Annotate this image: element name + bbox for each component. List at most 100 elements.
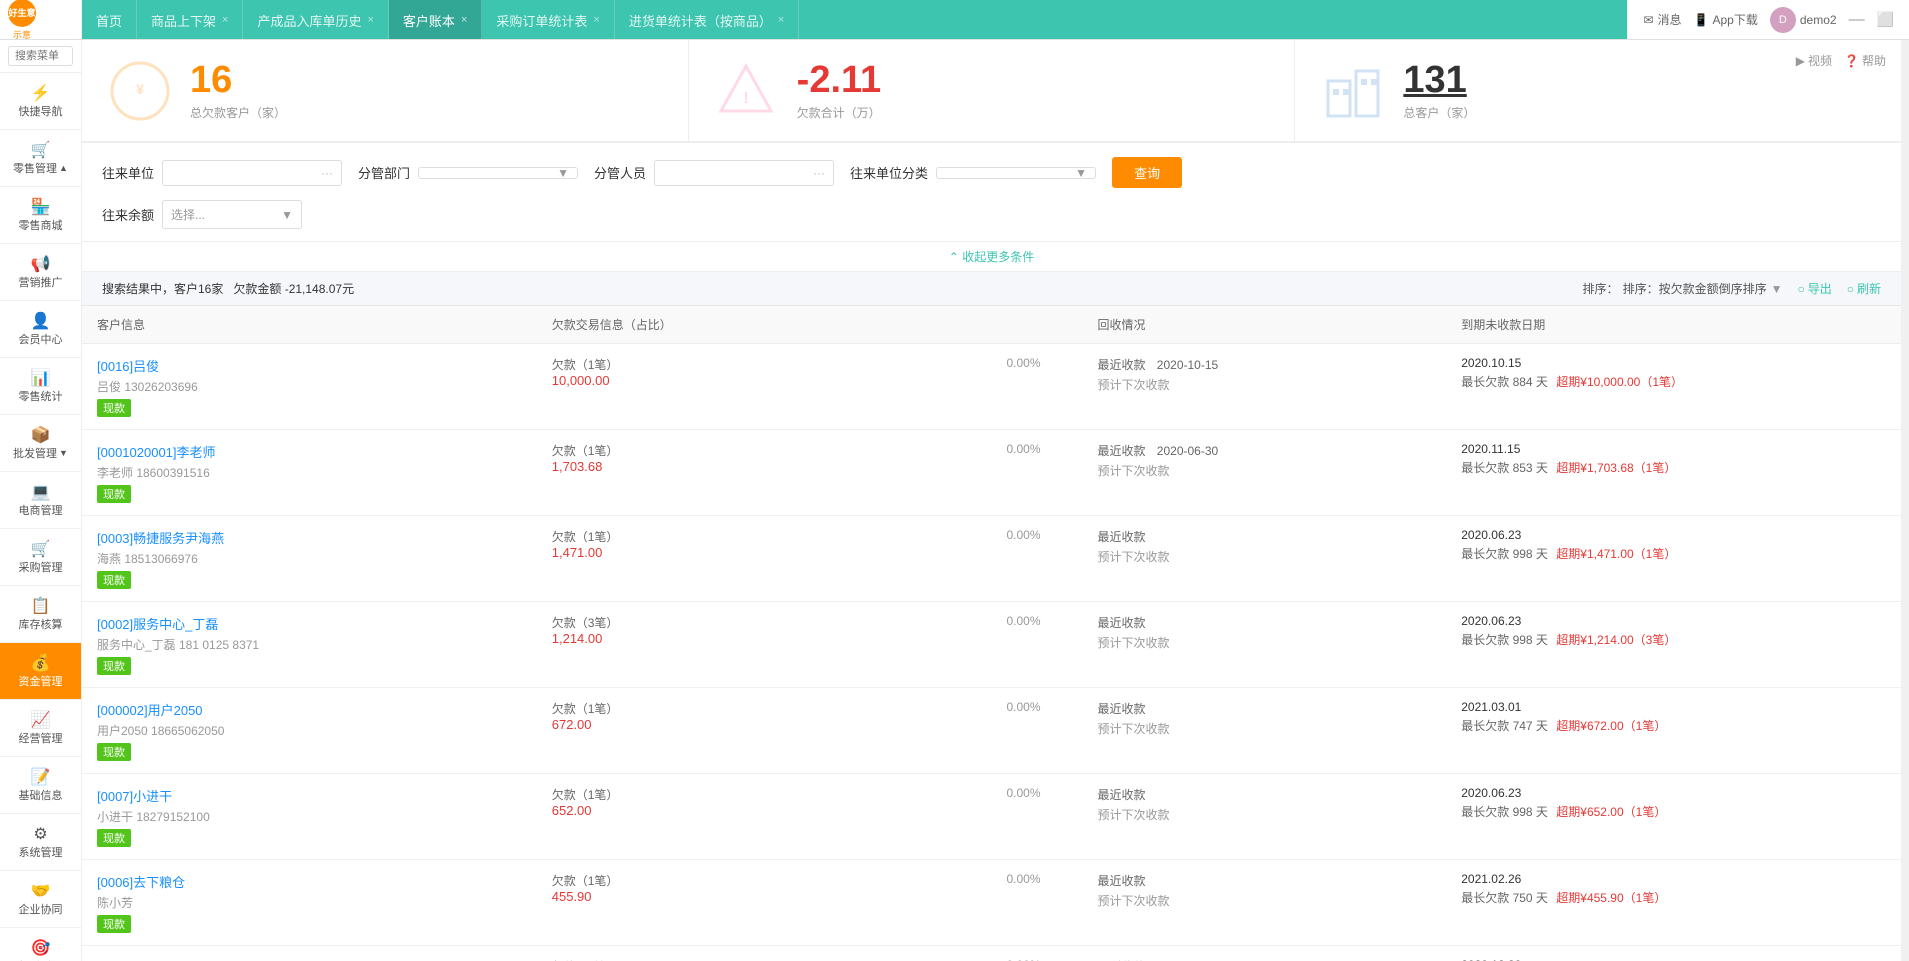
debt-amount-value: -2.11 bbox=[797, 61, 882, 99]
refresh-button[interactable]: ○ 刷新 bbox=[1847, 280, 1881, 297]
sidebar-item-retail-stats[interactable]: 📊 零售统计 bbox=[0, 358, 81, 415]
overdue-amount-5[interactable]: 超期¥652.00（1笔） bbox=[1556, 805, 1666, 819]
export-button[interactable]: ○ 导出 bbox=[1797, 280, 1831, 297]
user-avatar[interactable]: D demo2 bbox=[1770, 7, 1837, 33]
debt-amount-2[interactable]: 1,471.00 bbox=[552, 545, 977, 560]
tab-close-production[interactable]: × bbox=[367, 14, 373, 26]
debt-pct-1: 0.00% bbox=[1007, 442, 1068, 456]
sidebar-item-operations[interactable]: 📈 经营管理 bbox=[0, 700, 81, 757]
sidebar-item-ecommerce[interactable]: 💻 电商管理 bbox=[0, 472, 81, 529]
last-collect-3: 最近收款 bbox=[1097, 614, 1431, 631]
sidebar-item-basic-info[interactable]: 📝 基础信息 bbox=[0, 757, 81, 814]
sidebar-search-input[interactable] bbox=[8, 46, 73, 66]
customer-name-2[interactable]: [0003]畅捷服务尹海燕 bbox=[97, 528, 522, 547]
overdue-days-2: 最长欠款 998 天 bbox=[1461, 547, 1548, 561]
tab-close-products[interactable]: × bbox=[222, 14, 228, 26]
sidebar-item-marketing[interactable]: 📢 营销推广 bbox=[0, 244, 81, 301]
search-button[interactable]: 查询 bbox=[1112, 157, 1182, 188]
sidebar-item-member[interactable]: 👤 会员中心 bbox=[0, 301, 81, 358]
sidebar-item-system[interactable]: ⚙ 系统管理 bbox=[0, 814, 81, 871]
next-collect-0: 预计下次收款 bbox=[1097, 376, 1431, 393]
overdue-days-1: 最长欠款 853 天 bbox=[1461, 461, 1548, 475]
debt-pct-6: 0.00% bbox=[1007, 872, 1068, 886]
results-bar: 搜索结果中，客户16家 欠款金额 -21,148.07元 排序： 排序：按欠款金… bbox=[82, 272, 1901, 306]
tab-close-purchase[interactable]: × bbox=[593, 14, 599, 26]
tab-close-customer[interactable]: × bbox=[461, 14, 467, 26]
tab-purchase-stats[interactable]: 采购订单统计表 × bbox=[482, 0, 614, 39]
overdue-amount-1[interactable]: 超期¥1,703.68（1笔） bbox=[1556, 461, 1676, 475]
customer-tag-5: 现款 bbox=[97, 829, 131, 847]
sidebar-item-enterprise-collab[interactable]: 🤝 企业协同 bbox=[0, 871, 81, 928]
window-minimize[interactable]: — bbox=[1849, 11, 1865, 29]
debt-desc-5: 欠款（1笔） bbox=[552, 786, 977, 803]
sort-arrow-icon: ▼ bbox=[1771, 282, 1783, 296]
tab-incoming-stats[interactable]: 进货单统计表（按商品） × bbox=[615, 0, 799, 39]
customer-phone-1: 李老师 18600391516 bbox=[97, 464, 522, 481]
overdue-amount-2[interactable]: 超期¥1,471.00（1笔） bbox=[1556, 547, 1676, 561]
filter-input-category[interactable]: ▼ bbox=[936, 167, 1096, 179]
app-download-button[interactable]: 📱 App下载 bbox=[1694, 11, 1758, 28]
collapse-filter-bar[interactable]: ⌃ 收起更多条件 bbox=[82, 241, 1901, 271]
tab-close-incoming[interactable]: × bbox=[778, 14, 784, 26]
overdue-amount-0[interactable]: 超期¥10,000.00（1笔） bbox=[1556, 375, 1683, 389]
debt-amount-6[interactable]: 455.90 bbox=[552, 889, 977, 904]
overdue-amount-3[interactable]: 超期¥1,214.00（3笔） bbox=[1556, 633, 1676, 647]
sidebar-item-quick-nav[interactable]: ⚡ 快捷导航 bbox=[0, 73, 81, 130]
customer-name-5[interactable]: [0007]小进干 bbox=[97, 786, 522, 805]
message-button[interactable]: ✉ 消息 bbox=[1643, 11, 1681, 28]
sidebar-item-inventory[interactable]: 📋 库存核算 bbox=[0, 586, 81, 643]
customer-tag-6: 现款 bbox=[97, 915, 131, 933]
sidebar-item-new-guide[interactable]: 🎯 新手引导 bbox=[0, 928, 81, 961]
filter-input-balance[interactable]: 选择... ▼ bbox=[162, 200, 302, 229]
customer-name-6[interactable]: [0006]去下粮仓 bbox=[97, 872, 522, 891]
filter-input-person[interactable]: ··· bbox=[654, 160, 834, 186]
tab-home[interactable]: 首页 bbox=[82, 0, 137, 39]
debt-amount-1[interactable]: 1,703.68 bbox=[552, 459, 977, 474]
overdue-days-4: 最长欠款 747 天 bbox=[1461, 719, 1548, 733]
filter-label-dept: 分管部门 bbox=[358, 163, 410, 182]
last-collect-0: 最近收款 2020-10-15 bbox=[1097, 356, 1431, 373]
help-button[interactable]: ❓ 帮助 bbox=[1844, 52, 1886, 69]
logo-icon: 好生意 bbox=[8, 0, 36, 27]
last-collect-5: 最近收款 bbox=[1097, 786, 1431, 803]
col-recovery: 回收情况 bbox=[1082, 306, 1446, 344]
filter-input-unit[interactable]: ··· bbox=[162, 160, 342, 186]
logo-subtitle: 示意 bbox=[13, 28, 31, 41]
overdue-amount-6[interactable]: 超期¥455.90（1笔） bbox=[1556, 891, 1666, 905]
debt-pct-4: 0.00% bbox=[1007, 700, 1068, 714]
sort-selector[interactable]: 排序： 排序：按欠款金额倒序排序 ▼ bbox=[1583, 280, 1783, 297]
debt-desc-6: 欠款（1笔） bbox=[552, 872, 977, 889]
filter-input-dept[interactable]: ▼ bbox=[418, 167, 578, 179]
debt-amount-4[interactable]: 672.00 bbox=[552, 717, 977, 732]
due-date-2: 2020.06.23 bbox=[1461, 528, 1886, 542]
customer-name-3[interactable]: [0002]服务中心_丁磊 bbox=[97, 614, 522, 633]
debt-amount-0[interactable]: 10,000.00 bbox=[552, 373, 977, 388]
customer-name-1[interactable]: [0001020001]李老师 bbox=[97, 442, 522, 461]
next-collect-2: 预计下次收款 bbox=[1097, 548, 1431, 565]
customer-name-0[interactable]: [0016]吕俊 bbox=[97, 356, 522, 375]
video-help-button[interactable]: ▶ 视频 bbox=[1796, 52, 1832, 69]
filter-area: 往来单位 ··· 分管部门 ▼ bbox=[82, 143, 1901, 272]
tab-customer-account[interactable]: 客户账本 × bbox=[389, 0, 482, 39]
overdue-amount-4[interactable]: 超期¥672.00（1笔） bbox=[1556, 719, 1666, 733]
debt-customers-value: 16 bbox=[190, 61, 286, 99]
due-date-3: 2020.06.23 bbox=[1461, 614, 1886, 628]
tab-products[interactable]: 商品上下架 × bbox=[137, 0, 243, 39]
sidebar-item-batch-mgmt[interactable]: 📦 批发管理▼ bbox=[0, 415, 81, 472]
tab-production[interactable]: 产成品入库单历史 × bbox=[243, 0, 388, 39]
sidebar-item-finance[interactable]: 💰 资金管理 bbox=[0, 643, 81, 700]
due-date-0: 2020.10.15 bbox=[1461, 356, 1886, 370]
debt-amount-5[interactable]: 652.00 bbox=[552, 803, 977, 818]
debt-desc-2: 欠款（1笔） bbox=[552, 528, 977, 545]
window-maximize[interactable]: ⬜ bbox=[1877, 11, 1894, 28]
sidebar-item-purchase[interactable]: 🛒 采购管理 bbox=[0, 529, 81, 586]
nav-tabs: 首页 商品上下架 × 产成品入库单历史 × 客户账本 × 采购订单统计表 × 进… bbox=[82, 0, 1627, 39]
customer-tag-3: 现款 bbox=[97, 657, 131, 675]
customer-phone-5: 小进干 18279152100 bbox=[97, 808, 522, 825]
debt-amount-3[interactable]: 1,214.00 bbox=[552, 631, 977, 646]
sidebar-item-retail-mgmt[interactable]: 🛒 零售管理▲ bbox=[0, 130, 81, 187]
total-customers-value: 131 bbox=[1403, 61, 1475, 99]
customer-name-4[interactable]: [000002]用户2050 bbox=[97, 700, 522, 719]
refresh-icon: ○ bbox=[1847, 282, 1854, 296]
sidebar-item-retail-store[interactable]: 🏪 零售商城 bbox=[0, 187, 81, 244]
